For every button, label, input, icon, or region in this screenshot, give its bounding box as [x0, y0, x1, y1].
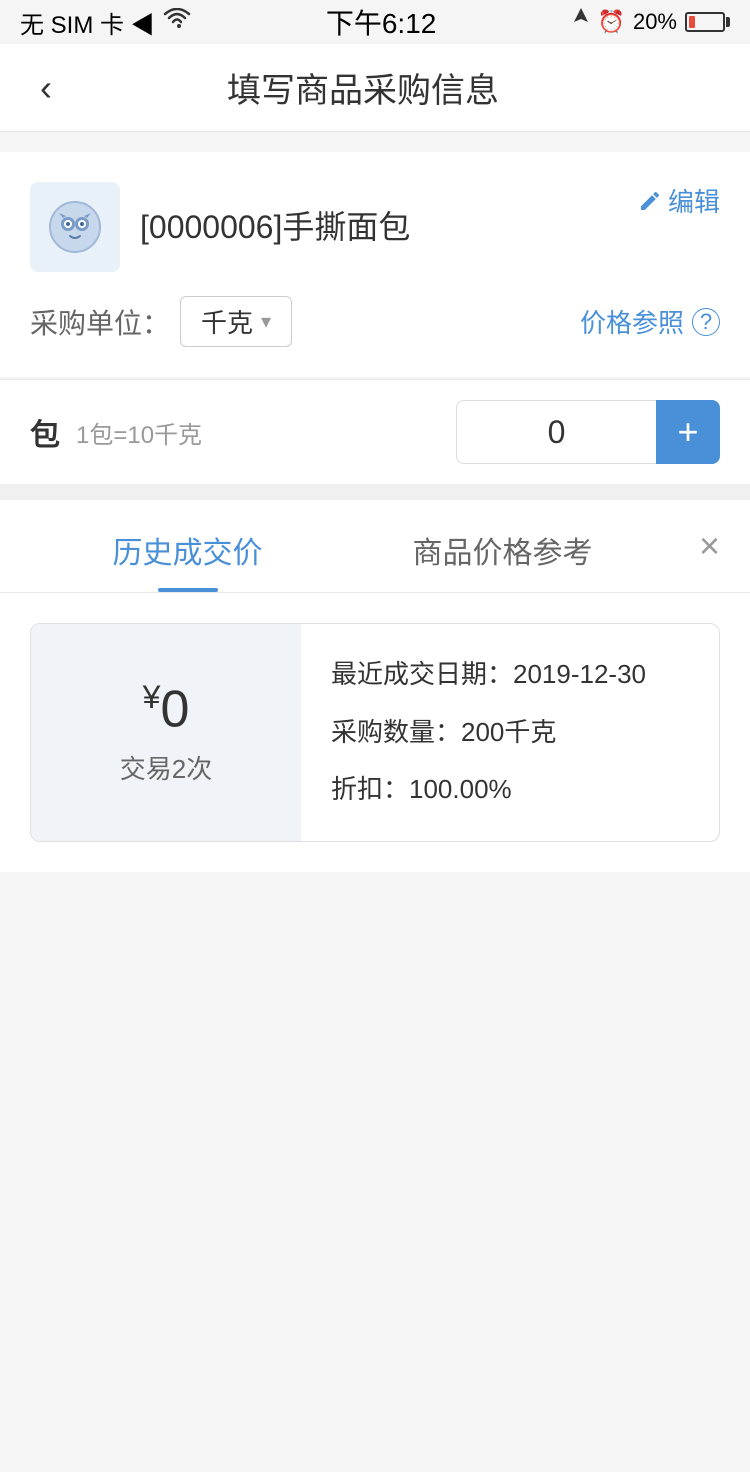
close-button[interactable]: ×: [660, 508, 720, 584]
alarm-icon: ⏰: [598, 9, 625, 35]
price-amount: ¥0: [143, 679, 190, 739]
amount-value: 0: [160, 680, 189, 738]
price-card-right: 最近成交日期：2019-12-30 采购数量：200千克 折扣：100.00%: [301, 624, 719, 841]
discount-value: 100.00%: [409, 774, 512, 804]
recent-date-row: 最近成交日期：2019-12-30: [331, 654, 689, 696]
dropdown-arrow-icon: ▾: [261, 309, 271, 334]
discount-row: 折扣：100.00%: [331, 769, 689, 811]
bag-unit-info: 1包=10千克: [76, 415, 202, 450]
quantity-plus-button[interactable]: +: [656, 400, 720, 464]
quantity-input-group: +: [456, 400, 720, 464]
quantity-section: 包 1包=10千克 +: [0, 379, 750, 484]
bag-label: 包: [30, 410, 60, 454]
battery-percent: 20%: [633, 9, 677, 35]
price-ref-help-icon: ?: [692, 308, 720, 336]
status-time: 下午6:12: [326, 2, 437, 42]
quantity-label: 包 1包=10千克: [30, 410, 202, 454]
status-left: 无 SIM 卡 ◀: [20, 5, 191, 40]
quantity-value: 200千克: [461, 717, 556, 747]
section-divider: [0, 484, 750, 500]
unit-section: 采购单位： 千克 ▾: [30, 296, 292, 347]
tab-history-label: 历史成交价: [113, 537, 263, 570]
edit-label: 编辑: [668, 182, 720, 219]
tab-product-label: 商品价格参考: [413, 537, 593, 570]
tab-product-price-ref[interactable]: 商品价格参考: [345, 500, 660, 592]
product-thumbnail: [30, 182, 120, 272]
nav-bar: ‹ 填写商品采购信息: [0, 44, 750, 132]
status-right: ⏰ 20%: [572, 8, 730, 36]
status-bar: 无 SIM 卡 ◀ 下午6:12 ⏰ 20%: [0, 0, 750, 44]
main-content: [0, 872, 750, 1472]
recent-date-label: 最近成交日期：: [331, 659, 513, 689]
purchase-quantity-row: 采购数量：200千克: [331, 712, 689, 754]
product-name: [0000006]手撕面包: [140, 205, 410, 250]
unit-value: 千克: [201, 303, 253, 340]
transaction-count: 交易2次: [120, 749, 212, 786]
price-card-container: ¥0 交易2次 最近成交日期：2019-12-30 采购数量：200千克 折扣：…: [0, 593, 750, 872]
battery-icon: [685, 12, 730, 32]
no-sim-text: 无 SIM 卡 ◀: [20, 5, 155, 40]
page-title: 填写商品采购信息: [227, 63, 499, 112]
price-card: ¥0 交易2次 最近成交日期：2019-12-30 采购数量：200千克 折扣：…: [30, 623, 720, 842]
recent-date-value: 2019-12-30: [513, 659, 646, 689]
price-ref-button[interactable]: 价格参照 ?: [580, 303, 720, 340]
product-section: [0000006]手撕面包 编辑 采购单位： 千克 ▾ 价格参照 ?: [0, 152, 750, 377]
unit-label: 采购单位：: [30, 302, 170, 342]
back-button[interactable]: ‹: [30, 57, 62, 119]
tab-panel: 历史成交价 商品价格参考 × ¥0 交易2次 最近成交日期：2019-12-30…: [0, 500, 750, 872]
price-card-left: ¥0 交易2次: [31, 624, 301, 841]
unit-select[interactable]: 千克 ▾: [180, 296, 292, 347]
edit-button[interactable]: 编辑: [638, 182, 720, 219]
quantity-label-text: 采购数量：: [331, 717, 461, 747]
product-header: [0000006]手撕面包 编辑: [30, 182, 720, 272]
price-ref-label: 价格参照: [580, 303, 684, 340]
product-unit-row: 采购单位： 千克 ▾ 价格参照 ?: [30, 296, 720, 347]
tab-bar: 历史成交价 商品价格参考 ×: [0, 500, 750, 593]
wifi-icon: [163, 8, 191, 37]
currency-symbol: ¥: [143, 679, 161, 715]
quantity-input[interactable]: [456, 400, 656, 464]
product-left: [0000006]手撕面包: [30, 182, 410, 272]
tab-history-price[interactable]: 历史成交价: [30, 500, 345, 592]
discount-label: 折扣：: [331, 774, 409, 804]
location-icon: [572, 8, 590, 36]
